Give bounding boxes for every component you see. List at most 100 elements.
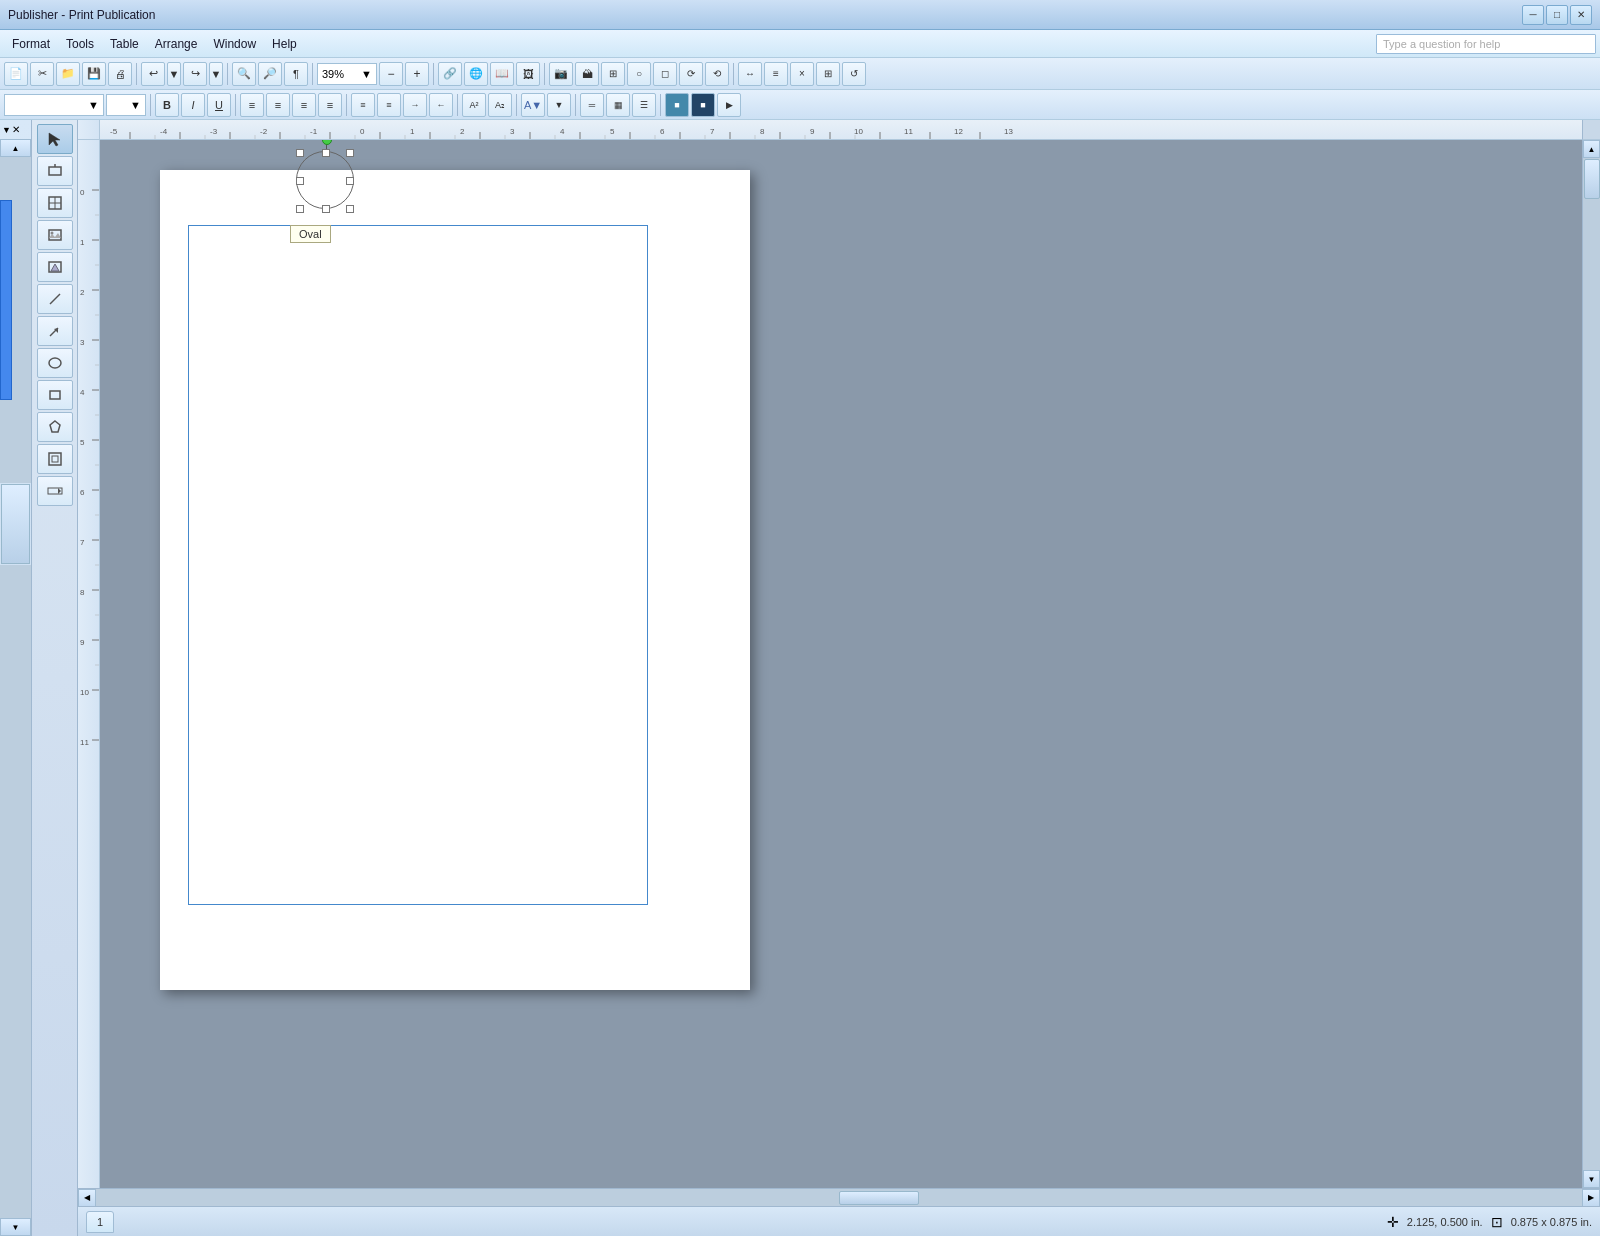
superscript-button[interactable]: A² <box>462 93 486 117</box>
custom-shape-button[interactable] <box>37 412 73 442</box>
more-btn[interactable]: ▶ <box>717 93 741 117</box>
new-button[interactable]: 📄 <box>4 62 28 86</box>
h-scroll-thumb[interactable] <box>839 1191 919 1205</box>
cut-button[interactable]: ✂ <box>30 62 54 86</box>
handle-mid-left[interactable] <box>296 177 304 185</box>
highlight-button[interactable]: ▼ <box>547 93 571 117</box>
bookmark-button[interactable]: 📖 <box>490 62 514 86</box>
h-scroll-right-button[interactable]: ▶ <box>1582 1189 1600 1207</box>
search-button[interactable]: 🔍 <box>232 62 256 86</box>
column-button[interactable]: ☰ <box>632 93 656 117</box>
handle-mid-right[interactable] <box>346 177 354 185</box>
panel-scroll-up[interactable]: ▲ <box>0 139 31 157</box>
image-btn4[interactable]: ○ <box>627 62 651 86</box>
frame-tool-button[interactable] <box>37 444 73 474</box>
line-color-btn[interactable]: ■ <box>691 93 715 117</box>
minimize-button[interactable]: ─ <box>1522 5 1544 25</box>
shading-button[interactable]: ▦ <box>606 93 630 117</box>
crop-btn[interactable]: ⊞ <box>816 62 840 86</box>
print-button[interactable]: 🖨 <box>108 62 132 86</box>
handle-bot-left[interactable] <box>296 205 304 213</box>
handle-top-right[interactable] <box>346 149 354 157</box>
clip-art-button[interactable] <box>37 252 73 282</box>
menu-format[interactable]: Format <box>4 34 58 54</box>
arrow-tool-button[interactable] <box>37 316 73 346</box>
indent-button[interactable]: → <box>403 93 427 117</box>
align-center-button[interactable]: ≡ <box>266 93 290 117</box>
menu-help[interactable]: Help <box>264 34 305 54</box>
zoom-in-button[interactable]: 🔎 <box>258 62 282 86</box>
redo-button[interactable]: ↪ <box>183 62 207 86</box>
font-color-button[interactable]: A▼ <box>521 93 545 117</box>
maximize-button[interactable]: □ <box>1546 5 1568 25</box>
picture-tool-button[interactable] <box>37 220 73 250</box>
panel-close-button[interactable]: ✕ <box>12 124 20 135</box>
scroll-up-button[interactable]: ▲ <box>1583 140 1600 158</box>
image-btn3[interactable]: ⊞ <box>601 62 625 86</box>
distribute-btn[interactable]: ≡ <box>764 62 788 86</box>
fill-color-btn[interactable]: ■ <box>665 93 689 117</box>
rectangle-tool-button[interactable] <box>37 380 73 410</box>
scroll-thumb[interactable] <box>1584 159 1600 199</box>
extra-tool-button[interactable] <box>37 476 73 506</box>
menu-tools[interactable]: Tools <box>58 34 102 54</box>
menu-table[interactable]: Table <box>102 34 147 54</box>
menu-window[interactable]: Window <box>205 34 264 54</box>
align-left-button[interactable]: ≡ <box>240 93 264 117</box>
picture-button[interactable]: 🖼 <box>516 62 540 86</box>
underline-button[interactable]: U <box>207 93 231 117</box>
panel-scroll-down[interactable]: ▼ <box>0 1218 31 1236</box>
open-button[interactable]: 📁 <box>56 62 80 86</box>
image-btn7[interactable]: ⟲ <box>705 62 729 86</box>
font-size-selector[interactable]: ▼ <box>106 94 146 116</box>
handle-bot-right[interactable] <box>346 205 354 213</box>
main-canvas[interactable]: Oval <box>100 140 1582 1188</box>
undo-button[interactable]: ↩ <box>141 62 165 86</box>
close-button[interactable]: ✕ <box>1570 5 1592 25</box>
link-button[interactable]: 🔗 <box>438 62 462 86</box>
table-tool-button[interactable] <box>37 188 73 218</box>
page-number-tab[interactable]: 1 <box>86 1211 114 1233</box>
text-frame-selection[interactable] <box>188 225 648 905</box>
zoom-selector[interactable]: 39% ▼ <box>317 63 377 85</box>
oval-tool-button[interactable] <box>37 348 73 378</box>
undo-arrow[interactable]: ▼ <box>167 62 181 86</box>
rotate-btn[interactable]: ↺ <box>842 62 866 86</box>
text-tool-button[interactable] <box>37 156 73 186</box>
h-scroll-left-button[interactable]: ◀ <box>78 1189 96 1207</box>
outdent-button[interactable]: ← <box>429 93 453 117</box>
list-button[interactable]: ≡ <box>351 93 375 117</box>
menu-arrange[interactable]: Arrange <box>147 34 206 54</box>
bold-button[interactable]: B <box>155 93 179 117</box>
image-btn2[interactable]: 🏔 <box>575 62 599 86</box>
align-btn[interactable]: ↔ <box>738 62 762 86</box>
subscript-button[interactable]: A₂ <box>488 93 512 117</box>
align-right-button[interactable]: ≡ <box>292 93 316 117</box>
panel-scroll-thumb[interactable] <box>1 484 30 564</box>
handle-top-center[interactable] <box>322 149 330 157</box>
numbered-list-button[interactable]: ≡ <box>377 93 401 117</box>
redo-arrow[interactable]: ▼ <box>209 62 223 86</box>
para-button[interactable]: ¶ <box>284 62 308 86</box>
panel-down-arrow[interactable]: ▼ <box>2 125 11 135</box>
rotation-handle[interactable] <box>322 140 332 145</box>
image-btn1[interactable]: 📷 <box>549 62 573 86</box>
line-tool-button[interactable] <box>37 284 73 314</box>
justify-button[interactable]: ≡ <box>318 93 342 117</box>
zoom-out-icon[interactable]: − <box>379 62 403 86</box>
italic-button[interactable]: I <box>181 93 205 117</box>
oval-object[interactable]: Oval <box>280 140 370 225</box>
font-name-selector[interactable]: ▼ <box>4 94 104 116</box>
image-btn6[interactable]: ⟳ <box>679 62 703 86</box>
scroll-down-button[interactable]: ▼ <box>1583 1170 1600 1188</box>
web-button[interactable]: 🌐 <box>464 62 488 86</box>
handle-bot-center[interactable] <box>322 205 330 213</box>
group-btn[interactable]: × <box>790 62 814 86</box>
select-tool-button[interactable] <box>37 124 73 154</box>
border-button[interactable]: ═ <box>580 93 604 117</box>
handle-top-left[interactable] <box>296 149 304 157</box>
save-button[interactable]: 💾 <box>82 62 106 86</box>
image-btn5[interactable]: ◻ <box>653 62 677 86</box>
help-search[interactable]: Type a question for help <box>1376 34 1596 54</box>
zoom-in-icon[interactable]: + <box>405 62 429 86</box>
